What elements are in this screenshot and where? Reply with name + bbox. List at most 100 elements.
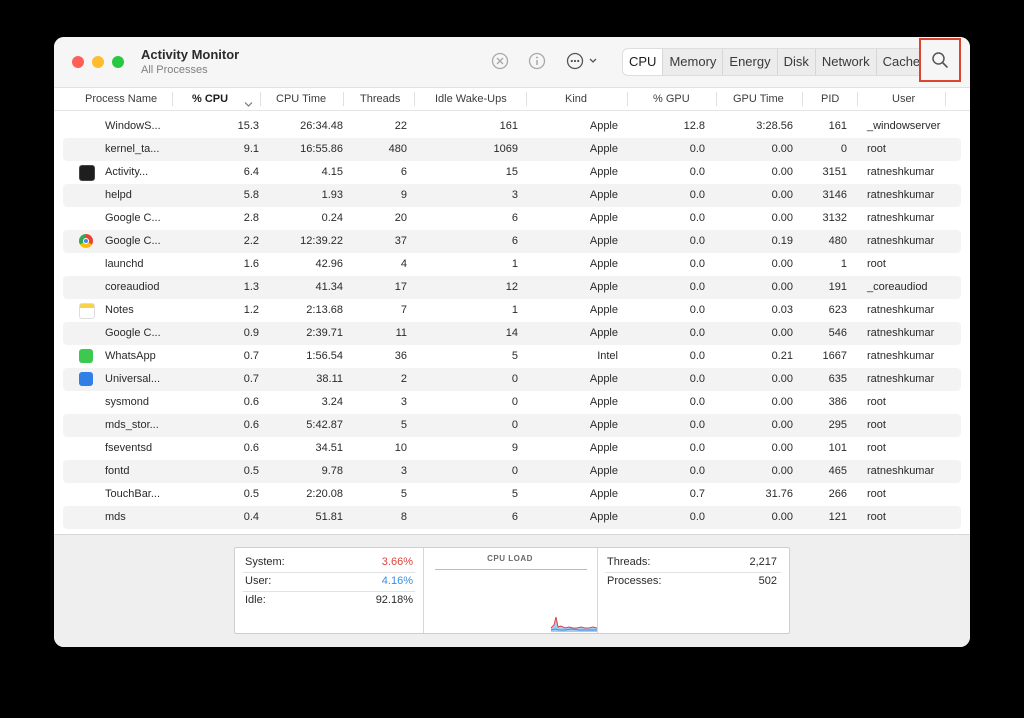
activity-monitor-icon — [79, 165, 95, 181]
process-name-cell: mds — [105, 511, 126, 523]
idle-wake-ups-cell: 0 — [511, 465, 518, 477]
table-row[interactable]: sysmond 0.6 3.24 3 0 Apple 0.0 0.00 386 root — [63, 391, 961, 414]
pid-cell: 3151 — [822, 166, 847, 178]
kind-cell: Apple — [589, 373, 618, 385]
cpu-load-title: CPU LOAD — [487, 554, 533, 563]
threads-cell: 11 — [395, 327, 407, 339]
column-gpu-time[interactable]: GPU Time — [733, 88, 784, 110]
cpu-percent-cell: 6.4 — [243, 166, 259, 178]
idle-wake-ups-cell: 15 — [505, 166, 518, 178]
cpu-time-cell: 4.15 — [321, 166, 343, 178]
process-name-cell: kernel_ta... — [105, 143, 160, 155]
kind-cell: Apple — [589, 166, 618, 178]
tab-network[interactable]: Network — [816, 49, 877, 75]
table-row[interactable]: mds_stor... 0.6 5:42.87 5 0 Apple 0.0 0.00 295 ro… — [63, 414, 961, 437]
table-row[interactable]: fseventsd 0.6 34.51 10 9 Apple 0.0 0.00 101 root — [63, 437, 961, 460]
cpu-percent-cell: 0.6 — [243, 396, 259, 408]
window-title: Activity Monitor — [141, 47, 240, 62]
notes-icon — [79, 303, 95, 319]
table-row[interactable]: coreaudiod 1.3 41.34 17 12 Apple 0.0 0.00 191 _co… — [63, 276, 961, 299]
gpu-percent-cell: 0.0 — [689, 396, 705, 408]
ellipsis-circle-icon[interactable] — [566, 51, 600, 71]
tab-cpu[interactable]: CPU — [623, 49, 664, 75]
table-row[interactable]: mds 0.4 51.81 8 6 Apple 0.0 0.00 121 root — [63, 506, 961, 529]
pid-cell: 266 — [828, 488, 847, 500]
cpu-percent-cell: 0.9 — [243, 327, 259, 339]
column-threads[interactable]: Threads — [360, 88, 400, 110]
idle-wake-ups-cell: 12 — [505, 281, 518, 293]
table-row[interactable]: kernel_ta... 9.1 16:55.86 480 1069 Apple 0.0 0.… — [63, 138, 961, 161]
table-row[interactable]: WindowS... 15.3 26:34.48 22 161 Apple 12.8 3:28… — [63, 115, 961, 138]
user-cell: ratneshkumar — [867, 327, 935, 339]
gpu-percent-cell: 0.0 — [689, 143, 705, 155]
search-button[interactable] — [919, 38, 961, 82]
minimize-window-button[interactable] — [92, 56, 104, 68]
cpu-time-cell: 34.51 — [315, 442, 343, 454]
user-cell: _windowserver — [867, 120, 941, 132]
table-row[interactable]: Google C... 0.9 2:39.71 11 14 Apple 0.0 0.00 546… — [63, 322, 961, 345]
cpu-time-cell: 3.24 — [321, 396, 343, 408]
idle-wake-ups-cell: 161 — [499, 120, 518, 132]
gpu-time-cell: 0.00 — [771, 396, 793, 408]
table-row[interactable]: fontd 0.5 9.78 3 0 Apple 0.0 0.00 465 ratneshkuma… — [63, 460, 961, 483]
threads-cell: 2 — [400, 373, 407, 385]
process-name-cell: sysmond — [105, 396, 150, 408]
pid-cell: 480 — [828, 235, 847, 247]
gpu-time-cell: 0.00 — [771, 465, 793, 477]
process-name-cell: WhatsApp — [105, 350, 156, 362]
gpu-time-cell: 0.21 — [771, 350, 793, 362]
zoom-window-button[interactable] — [112, 56, 124, 68]
idle-wake-ups-cell: 0 — [511, 373, 518, 385]
chrome-icon — [79, 234, 93, 248]
threads-cell: 6 — [400, 166, 407, 178]
tab-memory[interactable]: Memory — [663, 49, 724, 75]
table-row[interactable]: TouchBar... 0.5 2:20.08 5 5 Apple 0.7 31.76 266 r… — [63, 483, 961, 506]
pid-cell: 3146 — [822, 189, 847, 201]
column-cpu-time[interactable]: CPU Time — [276, 88, 326, 110]
pid-cell: 635 — [828, 373, 847, 385]
table-row[interactable]: Activity... 6.4 4.15 6 15 Apple 0.0 0.00 3151 rat… — [63, 161, 961, 184]
idle-wake-ups-cell: 0 — [511, 419, 518, 431]
idle-wake-ups-cell: 3 — [511, 189, 518, 201]
gpu-percent-cell: 0.0 — [689, 373, 705, 385]
table-row[interactable]: Notes 1.2 2:13.68 7 1 Apple 0.0 0.03 623 ratneshk… — [63, 299, 961, 322]
table-row[interactable]: launchd 1.6 42.96 4 1 Apple 0.0 0.00 1 root — [63, 253, 961, 276]
cpu-time-cell: 51.81 — [315, 511, 343, 523]
cpu-time-cell: 1:56.54 — [306, 350, 343, 362]
kind-cell: Apple — [589, 143, 618, 155]
process-name-cell: helpd — [105, 189, 132, 201]
table-row[interactable]: Universal... 0.7 38.11 2 0 Apple 0.0 0.00 635 rat… — [63, 368, 961, 391]
column-user[interactable]: User — [892, 88, 915, 110]
idle-wake-ups-cell: 9 — [511, 442, 518, 454]
idle-wake-ups-cell: 5 — [511, 488, 518, 500]
gpu-percent-cell: 0.0 — [689, 212, 705, 224]
idle-label: Idle: — [245, 594, 266, 606]
close-window-button[interactable] — [72, 56, 84, 68]
gpu-time-cell: 0.00 — [771, 373, 793, 385]
tab-disk[interactable]: Disk — [778, 49, 816, 75]
pid-cell: 386 — [828, 396, 847, 408]
column-kind[interactable]: Kind — [565, 88, 587, 110]
kind-cell: Apple — [589, 396, 618, 408]
table-row[interactable]: Google C... 2.2 12:39.22 37 6 Apple 0.0 0.19 480… — [63, 230, 961, 253]
system-label: System: — [245, 556, 285, 568]
universal-control-icon — [79, 372, 93, 386]
info-icon[interactable] — [527, 51, 547, 71]
column-idle-wake-ups[interactable]: Idle Wake-Ups — [435, 88, 507, 110]
tab-energy[interactable]: Energy — [723, 49, 778, 75]
column-cpu-percent[interactable]: % CPU — [192, 88, 228, 110]
table-row[interactable]: WhatsApp 0.7 1:56.54 36 5 Intel 0.0 0.21 1667 rat… — [63, 345, 961, 368]
gpu-time-cell: 0.03 — [771, 304, 793, 316]
gpu-percent-cell: 0.0 — [689, 511, 705, 523]
cpu-percent-cell: 0.5 — [243, 488, 259, 500]
threads-cell: 5 — [400, 488, 407, 500]
gpu-time-cell: 0.00 — [771, 166, 793, 178]
gpu-percent-cell: 0.0 — [689, 442, 705, 454]
column-pid[interactable]: PID — [821, 88, 839, 110]
x-circle-icon[interactable] — [490, 51, 510, 71]
column-gpu-percent[interactable]: % GPU — [653, 88, 690, 110]
table-row[interactable]: helpd 5.8 1.93 9 3 Apple 0.0 0.00 3146 ratneshkum… — [63, 184, 961, 207]
column-process-name[interactable]: Process Name — [85, 88, 157, 110]
process-name-cell: fseventsd — [105, 442, 153, 454]
table-row[interactable]: Google C... 2.8 0.24 20 6 Apple 0.0 0.00 3132 rat… — [63, 207, 961, 230]
